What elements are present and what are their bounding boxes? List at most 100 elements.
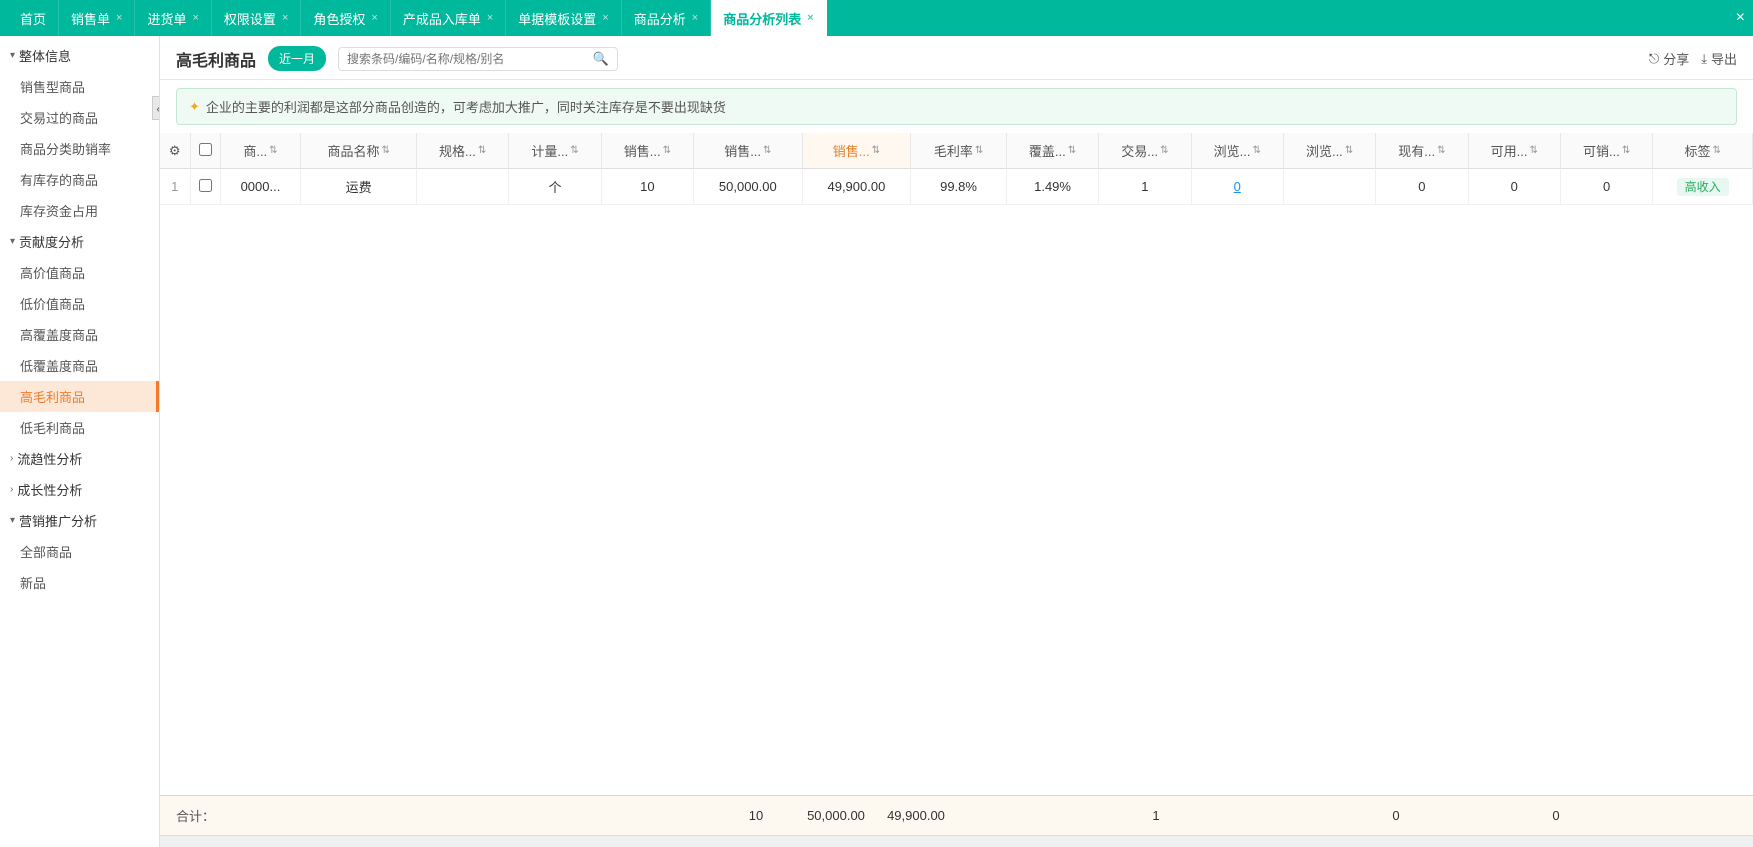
cell-margin-rate: 99.8% [911, 169, 1007, 205]
row-checkbox-cell[interactable] [190, 169, 220, 205]
sidebar-item-high-value[interactable]: 高价值商品 [0, 257, 159, 288]
select-all-checkbox[interactable] [199, 143, 212, 156]
close-all-tabs[interactable]: × [1736, 9, 1745, 27]
sidebar-item-in-stock[interactable]: 有库存的商品 [0, 164, 159, 195]
close-product-analysis-list-tab[interactable]: × [807, 12, 813, 24]
nav-product-analysis-list[interactable]: 商品分析列表 × [711, 0, 826, 36]
col-settings[interactable]: ⚙ [160, 133, 190, 169]
sort-icon-view2: ⇅ [1345, 145, 1353, 156]
nav-product-inbound[interactable]: 产成品入库单 × [391, 0, 506, 36]
header-actions: ⎋ 分享 ⤓ 导出 [1649, 49, 1737, 68]
nav-purchase[interactable]: 进货单 × [135, 0, 211, 36]
info-banner: ✦ 企业的主要的利润都是这部分商品创造的，可考虑加大推广，同时关注库存是不要出现… [176, 88, 1737, 125]
cell-tag: 高收入 [1653, 169, 1753, 205]
arrow-contribution: ▾ [10, 236, 15, 247]
close-roles-tab[interactable]: × [371, 12, 377, 24]
search-icon[interactable]: 🔍 [593, 51, 609, 67]
close-product-analysis-tab[interactable]: × [692, 12, 698, 24]
col-sellable[interactable]: 可销... ⇅ [1560, 133, 1652, 169]
cell-coverage: 1.49% [1006, 169, 1098, 205]
arrow-overall: ▾ [10, 50, 15, 61]
sort-icon-code: ⇅ [269, 145, 277, 156]
top-navigation: 首页 销售单 × 进货单 × 权限设置 × 角色授权 × 产成品入库单 × 单据… [0, 0, 1753, 36]
footer-spacer-code [436, 808, 496, 823]
col-spec[interactable]: 规格... ⇅ [416, 133, 508, 169]
col-unit[interactable]: 计量... ⇅ [509, 133, 601, 169]
col-sale-amount[interactable]: 销售... ⇅ [694, 133, 803, 169]
content-area: 高毛利商品 近一月 🔍 ⎋ 分享 ⤓ 导出 ✦ 企业的主要的利润都是这部分商品创… [160, 36, 1753, 847]
sort-icon-sale-profit: ⇅ [872, 145, 880, 156]
sidebar-group-trend[interactable]: › 流趋性分析 [0, 443, 159, 474]
sidebar-group-overall[interactable]: ▾ 整体信息 [0, 40, 159, 71]
cell-sale-profit: 49,900.00 [802, 169, 911, 205]
col-checkbox[interactable] [190, 133, 220, 169]
sidebar-collapse-button[interactable]: « [152, 96, 160, 120]
col-tag[interactable]: 标签 ⇅ [1653, 133, 1753, 169]
arrow-growth: › [10, 484, 13, 495]
sidebar-group-contribution[interactable]: ▾ 贡献度分析 [0, 226, 159, 257]
sort-icon-trade: ⇅ [1160, 145, 1168, 156]
cell-view1[interactable]: 0 [1191, 169, 1283, 205]
close-product-inbound-tab[interactable]: × [487, 12, 493, 24]
close-purchase-tab[interactable]: × [192, 12, 198, 24]
close-sales-tab[interactable]: × [116, 12, 122, 24]
col-available[interactable]: 可用... ⇅ [1468, 133, 1560, 169]
footer-sale-amount: 50,000.00 [796, 808, 876, 823]
export-icon: ⤓ [1701, 51, 1707, 67]
col-code[interactable]: 商... ⇅ [220, 133, 301, 169]
settings-icon: ⚙ [169, 143, 181, 158]
sidebar-item-low-coverage[interactable]: 低覆盖度商品 [0, 350, 159, 381]
cell-trade: 1 [1099, 169, 1191, 205]
cell-spec [416, 169, 508, 205]
nav-template-settings[interactable]: 单据模板设置 × [506, 0, 621, 36]
col-view1[interactable]: 浏览... ⇅ [1191, 133, 1283, 169]
close-template-tab[interactable]: × [602, 12, 608, 24]
sidebar-item-new-products[interactable]: 新品 [0, 567, 159, 598]
footer-margin-rate [956, 808, 1036, 823]
cell-sale-amount: 50,000.00 [694, 169, 803, 205]
sidebar-group-marketing[interactable]: ▾ 营销推广分析 [0, 505, 159, 536]
sidebar-item-low-value[interactable]: 低价值商品 [0, 288, 159, 319]
col-sale-qty[interactable]: 销售... ⇅ [601, 133, 693, 169]
sort-icon-sale-qty: ⇅ [663, 145, 671, 156]
sidebar-item-inventory-capital[interactable]: 库存资金占用 [0, 195, 159, 226]
col-sale-profit[interactable]: 销售... ⇅ [802, 133, 911, 169]
content-header: 高毛利商品 近一月 🔍 ⎋ 分享 ⤓ 导出 [160, 36, 1753, 80]
footer-view2 [1276, 808, 1356, 823]
row-checkbox[interactable] [199, 179, 212, 192]
share-icon: ⎋ [1649, 51, 1659, 67]
export-button[interactable]: ⤓ 导出 [1701, 49, 1737, 68]
col-margin-rate[interactable]: 毛利率 ⇅ [911, 133, 1007, 169]
nav-permissions[interactable]: 权限设置 × [212, 0, 301, 36]
col-view2[interactable]: 浏览... ⇅ [1283, 133, 1375, 169]
sidebar-item-low-margin[interactable]: 低毛利商品 [0, 412, 159, 443]
share-button[interactable]: ⎋ 分享 [1649, 49, 1689, 68]
sidebar-item-category-rate[interactable]: 商品分类助销率 [0, 133, 159, 164]
nav-product-analysis[interactable]: 商品分析 × [622, 0, 711, 36]
close-permissions-tab[interactable]: × [282, 12, 288, 24]
period-button[interactable]: 近一月 [268, 46, 326, 71]
sidebar-item-all-products[interactable]: 全部商品 [0, 536, 159, 567]
search-input[interactable] [347, 52, 589, 66]
sidebar-item-high-coverage[interactable]: 高覆盖度商品 [0, 319, 159, 350]
footer-spacer-spec [596, 808, 656, 823]
nav-sales[interactable]: 销售单 × [59, 0, 135, 36]
cell-unit: 个 [509, 169, 601, 205]
footer-sellable: 0 [1516, 808, 1596, 823]
col-coverage[interactable]: 覆盖... ⇅ [1006, 133, 1098, 169]
sort-icon-sale-amount: ⇅ [763, 145, 771, 156]
col-name[interactable]: 商品名称 ⇅ [301, 133, 417, 169]
sort-icon-tag: ⇅ [1712, 145, 1720, 156]
footer-sale-qty: 10 [716, 808, 796, 823]
col-current-stock[interactable]: 现有... ⇅ [1376, 133, 1468, 169]
sidebar-item-sales-products[interactable]: 销售型商品 [0, 71, 159, 102]
col-trade[interactable]: 交易... ⇅ [1099, 133, 1191, 169]
footer-label: 合计： [176, 806, 276, 825]
nav-home[interactable]: 首页 [8, 0, 59, 36]
footer-trade: 1 [1116, 808, 1196, 823]
sidebar-group-growth[interactable]: › 成长性分析 [0, 474, 159, 505]
sidebar-item-high-margin[interactable]: 高毛利商品 [0, 381, 159, 412]
sidebar-item-traded-products[interactable]: 交易过的商品 [0, 102, 159, 133]
horizontal-scrollbar[interactable] [160, 835, 1753, 847]
nav-roles[interactable]: 角色授权 × [301, 0, 390, 36]
